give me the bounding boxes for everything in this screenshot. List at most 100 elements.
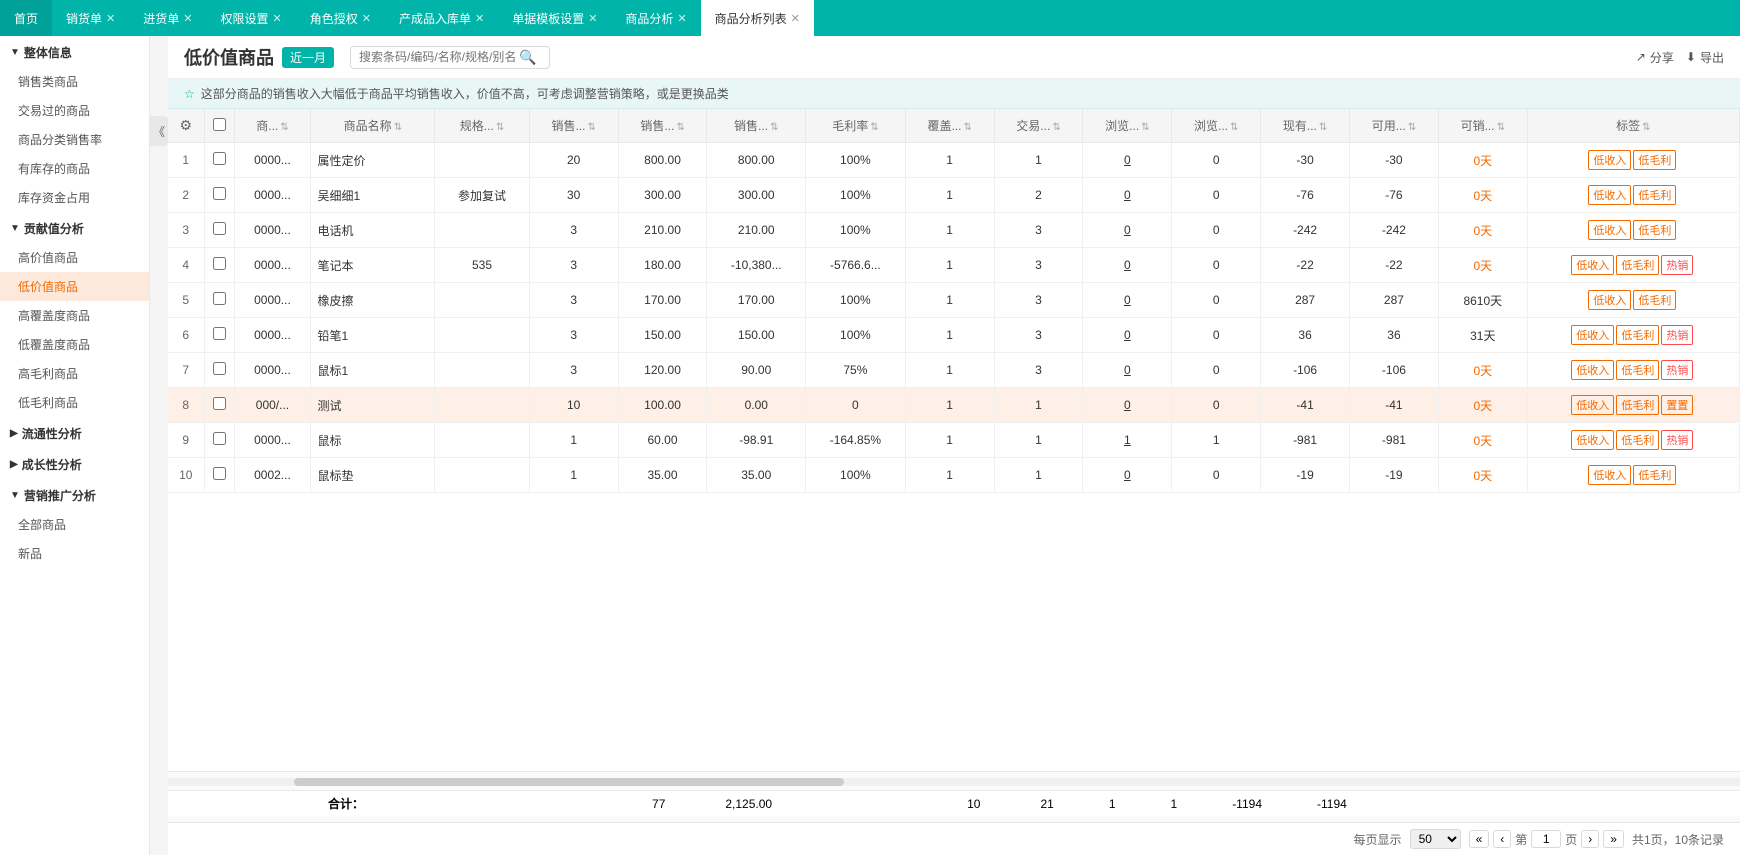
sidebar-item-sales-goods[interactable]: 销售类商品: [0, 67, 149, 96]
td-checkbox[interactable]: [204, 178, 234, 213]
th-sales-qty[interactable]: 销售...⇅: [529, 109, 618, 143]
table-wrapper[interactable]: ⚙ 商...⇅ 商品名称⇅ 规格...⇅ 销售...⇅ 销售...⇅ 销售...…: [168, 109, 1740, 771]
row-checkbox[interactable]: [213, 327, 226, 340]
td-view1[interactable]: 0: [1083, 248, 1172, 283]
row-checkbox[interactable]: [213, 187, 226, 200]
td-view1[interactable]: 0: [1083, 213, 1172, 248]
sidebar-group-flow[interactable]: ▶ 流通性分析: [0, 417, 149, 448]
last-page-button[interactable]: »: [1603, 830, 1624, 848]
th-current-stock[interactable]: 现有...⇅: [1261, 109, 1350, 143]
td-checkbox[interactable]: [204, 318, 234, 353]
sidebar-item-new-goods[interactable]: 新品: [0, 539, 149, 568]
nav-item-inventory[interactable]: 产成品入库单 ✕: [385, 0, 498, 36]
th-sales-amount[interactable]: 销售...⇅: [618, 109, 707, 143]
td-checkbox[interactable]: [204, 213, 234, 248]
sidebar-item-low-coverage[interactable]: 低覆盖度商品: [0, 330, 149, 359]
td-view1[interactable]: 1: [1083, 423, 1172, 458]
nav-close-purchase[interactable]: ✕: [183, 12, 192, 25]
per-page-select[interactable]: 50 100 200: [1410, 829, 1461, 849]
nav-item-template[interactable]: 单据模板设置 ✕: [498, 0, 611, 36]
td-view1[interactable]: 0: [1083, 318, 1172, 353]
nav-item-analysis-list[interactable]: 商品分析列表 ✕: [701, 0, 814, 36]
td-checkbox[interactable]: [204, 458, 234, 493]
row-checkbox[interactable]: [213, 432, 226, 445]
search-input[interactable]: [359, 50, 519, 64]
th-spec[interactable]: 规格...⇅: [435, 109, 529, 143]
prev-page-button[interactable]: ‹: [1493, 830, 1511, 848]
nav-close-analysis[interactable]: ✕: [677, 12, 686, 25]
sidebar-group-marketing[interactable]: ▼ 营销推广分析: [0, 479, 149, 510]
td-view1[interactable]: 0: [1083, 283, 1172, 318]
nav-close-role[interactable]: ✕: [362, 12, 371, 25]
sidebar-item-high-margin[interactable]: 高毛利商品: [0, 359, 149, 388]
nav-item-purchase[interactable]: 进货单 ✕: [129, 0, 206, 36]
th-tags[interactable]: 标签⇅: [1527, 109, 1739, 143]
nav-item-analysis[interactable]: 商品分析 ✕: [611, 0, 700, 36]
row-checkbox[interactable]: [213, 292, 226, 305]
select-all-checkbox[interactable]: [213, 118, 226, 131]
sidebar-item-low-margin[interactable]: 低毛利商品: [0, 388, 149, 417]
td-view1[interactable]: 0: [1083, 388, 1172, 423]
th-sales-profit[interactable]: 销售...⇅: [707, 109, 806, 143]
td-checkbox[interactable]: [204, 283, 234, 318]
export-button[interactable]: ⬇ 导出: [1686, 49, 1724, 66]
th-code[interactable]: 商...⇅: [234, 109, 311, 143]
sidebar-collapse-button[interactable]: 《: [150, 116, 168, 146]
settings-icon[interactable]: ⚙: [179, 117, 192, 133]
sidebar-item-high-value[interactable]: 高价值商品: [0, 243, 149, 272]
total-available: -1194: [1317, 797, 1347, 811]
th-name[interactable]: 商品名称⇅: [311, 109, 435, 143]
arrow-flow: ▶: [10, 428, 18, 439]
th-view2[interactable]: 浏览...⇅: [1172, 109, 1261, 143]
first-page-button[interactable]: «: [1469, 830, 1490, 848]
next-page-button[interactable]: ›: [1581, 830, 1599, 848]
row-checkbox[interactable]: [213, 222, 226, 235]
nav-close-inventory[interactable]: ✕: [475, 12, 484, 25]
row-checkbox[interactable]: [213, 467, 226, 480]
nav-close-sales[interactable]: ✕: [106, 12, 115, 25]
sidebar-item-low-value[interactable]: 低价值商品: [0, 272, 149, 301]
sidebar-item-traded[interactable]: 交易过的商品: [0, 96, 149, 125]
td-checkbox[interactable]: [204, 353, 234, 388]
search-icon[interactable]: 🔍: [519, 49, 536, 66]
row-checkbox[interactable]: [213, 397, 226, 410]
period-tag-button[interactable]: 近一月: [282, 47, 334, 68]
th-available[interactable]: 可用...⇅: [1350, 109, 1439, 143]
sidebar-item-stock-goods[interactable]: 有库存的商品: [0, 154, 149, 183]
th-trade[interactable]: 交易...⇅: [994, 109, 1083, 143]
nav-close-analysis-list[interactable]: ✕: [791, 12, 800, 25]
sidebar-item-category-rate[interactable]: 商品分类销售率: [0, 125, 149, 154]
td-view1[interactable]: 0: [1083, 458, 1172, 493]
th-gross-margin[interactable]: 毛利率⇅: [806, 109, 906, 143]
th-view1[interactable]: 浏览...⇅: [1083, 109, 1172, 143]
row-checkbox[interactable]: [213, 257, 226, 270]
nav-item-home[interactable]: 首页: [0, 0, 52, 36]
sidebar-group-contribution[interactable]: ▼ 贡献值分析: [0, 212, 149, 243]
td-current-stock: -19: [1261, 458, 1350, 493]
sidebar-item-all-goods[interactable]: 全部商品: [0, 510, 149, 539]
td-view1[interactable]: 0: [1083, 353, 1172, 388]
th-coverage[interactable]: 覆盖...⇅: [905, 109, 994, 143]
nav-item-sales[interactable]: 销货单 ✕: [52, 0, 129, 36]
td-checkbox[interactable]: [204, 248, 234, 283]
td-checkbox[interactable]: [204, 388, 234, 423]
sidebar-group-overview[interactable]: ▼ 整体信息: [0, 36, 149, 67]
share-button[interactable]: ↗ 分享: [1636, 49, 1674, 66]
td-checkbox[interactable]: [204, 423, 234, 458]
nav-item-permission[interactable]: 权限设置 ✕: [206, 0, 295, 36]
sidebar-group-growth[interactable]: ▶ 成长性分析: [0, 448, 149, 479]
sidebar-item-capital[interactable]: 库存资金占用: [0, 183, 149, 212]
th-settings[interactable]: ⚙: [168, 109, 204, 143]
td-view1[interactable]: 0: [1083, 143, 1172, 178]
td-checkbox[interactable]: [204, 143, 234, 178]
row-checkbox[interactable]: [213, 152, 226, 165]
td-view1[interactable]: 0: [1083, 178, 1172, 213]
th-sellable[interactable]: 可销...⇅: [1438, 109, 1527, 143]
row-checkbox[interactable]: [213, 362, 226, 375]
sidebar-item-high-coverage[interactable]: 高覆盖度商品: [0, 301, 149, 330]
nav-close-permission[interactable]: ✕: [273, 12, 282, 25]
nav-close-template[interactable]: ✕: [588, 12, 597, 25]
nav-item-role[interactable]: 角色授权 ✕: [296, 0, 385, 36]
page-input[interactable]: [1531, 830, 1561, 848]
th-checkbox[interactable]: [204, 109, 234, 143]
